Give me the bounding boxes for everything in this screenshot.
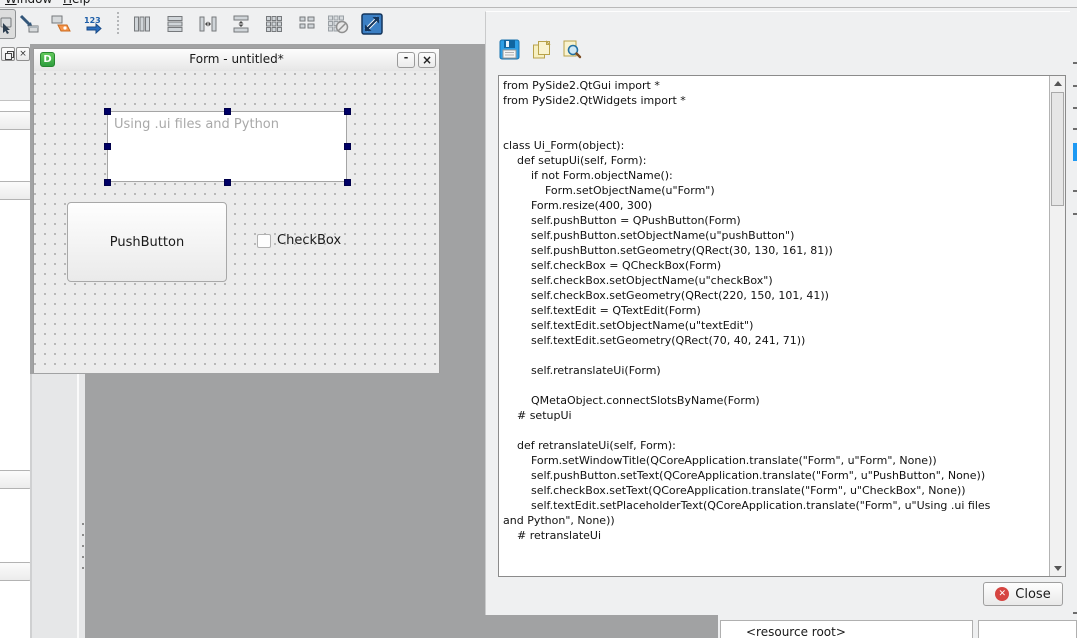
textedit-placeholder: Using .ui files and Python (114, 117, 279, 132)
float-icon (5, 51, 12, 58)
form-titlebar[interactable]: D Form - untitled* - × (34, 49, 439, 72)
widget-box-panel: × (0, 44, 30, 374)
menu-window[interactable]: Window (5, 0, 52, 6)
qt-designer-screen: Window Help 123 (0, 0, 1077, 638)
menu-help-mnemonic: H (63, 0, 72, 6)
edit-buddies-icon (50, 13, 72, 35)
resource-tree[interactable]: <resource root> (720, 620, 973, 638)
layout-grid-button[interactable] (260, 9, 288, 39)
find-icon (560, 38, 584, 62)
minimize-icon: - (404, 51, 409, 64)
edit-widgets-button[interactable] (0, 9, 16, 39)
layout-horizontal-icon (131, 13, 153, 35)
code-scrollbar[interactable] (1049, 76, 1065, 576)
scroll-down-button[interactable] (1050, 561, 1065, 576)
dock-float-button[interactable] (1, 47, 15, 61)
close-dialog-button[interactable]: ✕ Close (983, 582, 1063, 606)
code-view[interactable]: from PySide2.QtGui import * from PySide2… (498, 75, 1066, 577)
selection-handle-top-right[interactable] (344, 108, 351, 115)
edit-widgets-icon (0, 13, 13, 35)
menu-help[interactable]: Help (63, 0, 90, 6)
menu-help-rest: elp (72, 0, 90, 6)
break-layout-icon (326, 13, 350, 35)
selection-handle-bottom-right[interactable] (344, 179, 351, 186)
layout-vertical-icon (164, 13, 186, 35)
layout-horizontal-button[interactable] (128, 9, 156, 39)
scroll-up-button[interactable] (1050, 76, 1065, 91)
layout-horizontal-splitter-icon (197, 13, 219, 35)
layout-vertical-button[interactable] (161, 9, 189, 39)
checkbox-label: CheckBox (277, 233, 341, 248)
selection-handle-mid-left[interactable] (104, 143, 111, 150)
form-window-title: Form - untitled* (34, 52, 439, 66)
close-icon: × (19, 49, 27, 59)
edit-signals-slots-icon (18, 13, 40, 35)
layout-grid-icon (263, 13, 285, 35)
widget-box-panel-lower (0, 374, 85, 638)
menu-window-mnemonic: W (5, 0, 17, 6)
form-minimize-button[interactable]: - (397, 52, 415, 68)
checkbox-widget[interactable] (257, 234, 271, 248)
copy-icon (530, 38, 554, 62)
selection-handle-bottom-center[interactable] (224, 179, 231, 186)
widget-box-list-lower (0, 374, 30, 638)
edit-signals-slots-button[interactable] (15, 9, 43, 39)
pushbutton-widget[interactable]: PushButton (67, 202, 227, 282)
adjust-size-icon (360, 12, 384, 36)
menubar: Window Help (0, 0, 1077, 8)
close-icon: × (422, 53, 432, 67)
break-layout-button[interactable] (322, 9, 354, 39)
menu-window-rest: indow (17, 0, 53, 6)
save-button[interactable] (498, 38, 522, 62)
resource-root-item[interactable]: <resource root> (746, 625, 846, 638)
layout-vertical-splitter-icon (230, 13, 252, 35)
layout-form-icon (296, 13, 318, 35)
edit-tab-order-icon: 123 (82, 13, 104, 35)
arrow-down-icon (1054, 566, 1062, 571)
view-python-code-dialog: from PySide2.QtGui import * from PySide2… (485, 11, 1070, 615)
edit-tab-order-button[interactable]: 123 (79, 9, 107, 39)
widget-category-item[interactable] (0, 111, 30, 130)
widget-category-item[interactable] (0, 181, 30, 200)
svg-text:123: 123 (84, 16, 101, 25)
right-panel-sliver (1070, 11, 1077, 615)
widget-box-list (0, 100, 30, 374)
selected-item-fragment (1073, 143, 1077, 161)
widget-category-item[interactable] (0, 562, 32, 581)
pushbutton-label: PushButton (110, 235, 184, 250)
arrow-up-icon (1054, 81, 1062, 86)
widget-category-item[interactable] (0, 470, 32, 489)
copy-button[interactable] (530, 38, 554, 62)
toolbar-separator (117, 12, 120, 34)
selection-handle-mid-right[interactable] (344, 143, 351, 150)
resource-preview-pane (978, 620, 1077, 638)
edit-buddies-button[interactable] (47, 9, 75, 39)
layout-vertical-splitter-button[interactable] (227, 9, 255, 39)
splitter-highlight[interactable] (77, 374, 79, 638)
close-icon: ✕ (995, 587, 1009, 601)
resource-browser-panel: <resource root> (718, 612, 1077, 638)
dock-edge (30, 374, 32, 638)
selection-handle-top-center[interactable] (224, 108, 231, 115)
form-editor-window: D Form - untitled* - × Using .ui files a… (33, 48, 440, 373)
dock-close-button[interactable]: × (16, 47, 30, 61)
save-icon (498, 38, 522, 62)
scrollbar-thumb[interactable] (1051, 92, 1064, 206)
python-code-text: from PySide2.QtGui import * from PySide2… (499, 76, 1065, 545)
adjust-size-button[interactable] (356, 9, 388, 39)
selection-handle-top-left[interactable] (104, 108, 111, 115)
selection-handle-bottom-left[interactable] (104, 179, 111, 186)
textedit-widget[interactable]: Using .ui files and Python (107, 111, 347, 182)
layout-horizontal-splitter-button[interactable] (194, 9, 222, 39)
layout-form-button[interactable] (293, 9, 321, 39)
form-close-button[interactable]: × (418, 52, 436, 68)
form-canvas[interactable]: Using .ui files and Python PushButton Ch… (34, 71, 439, 373)
close-button-label: Close (1015, 587, 1050, 602)
find-button[interactable] (560, 38, 584, 62)
